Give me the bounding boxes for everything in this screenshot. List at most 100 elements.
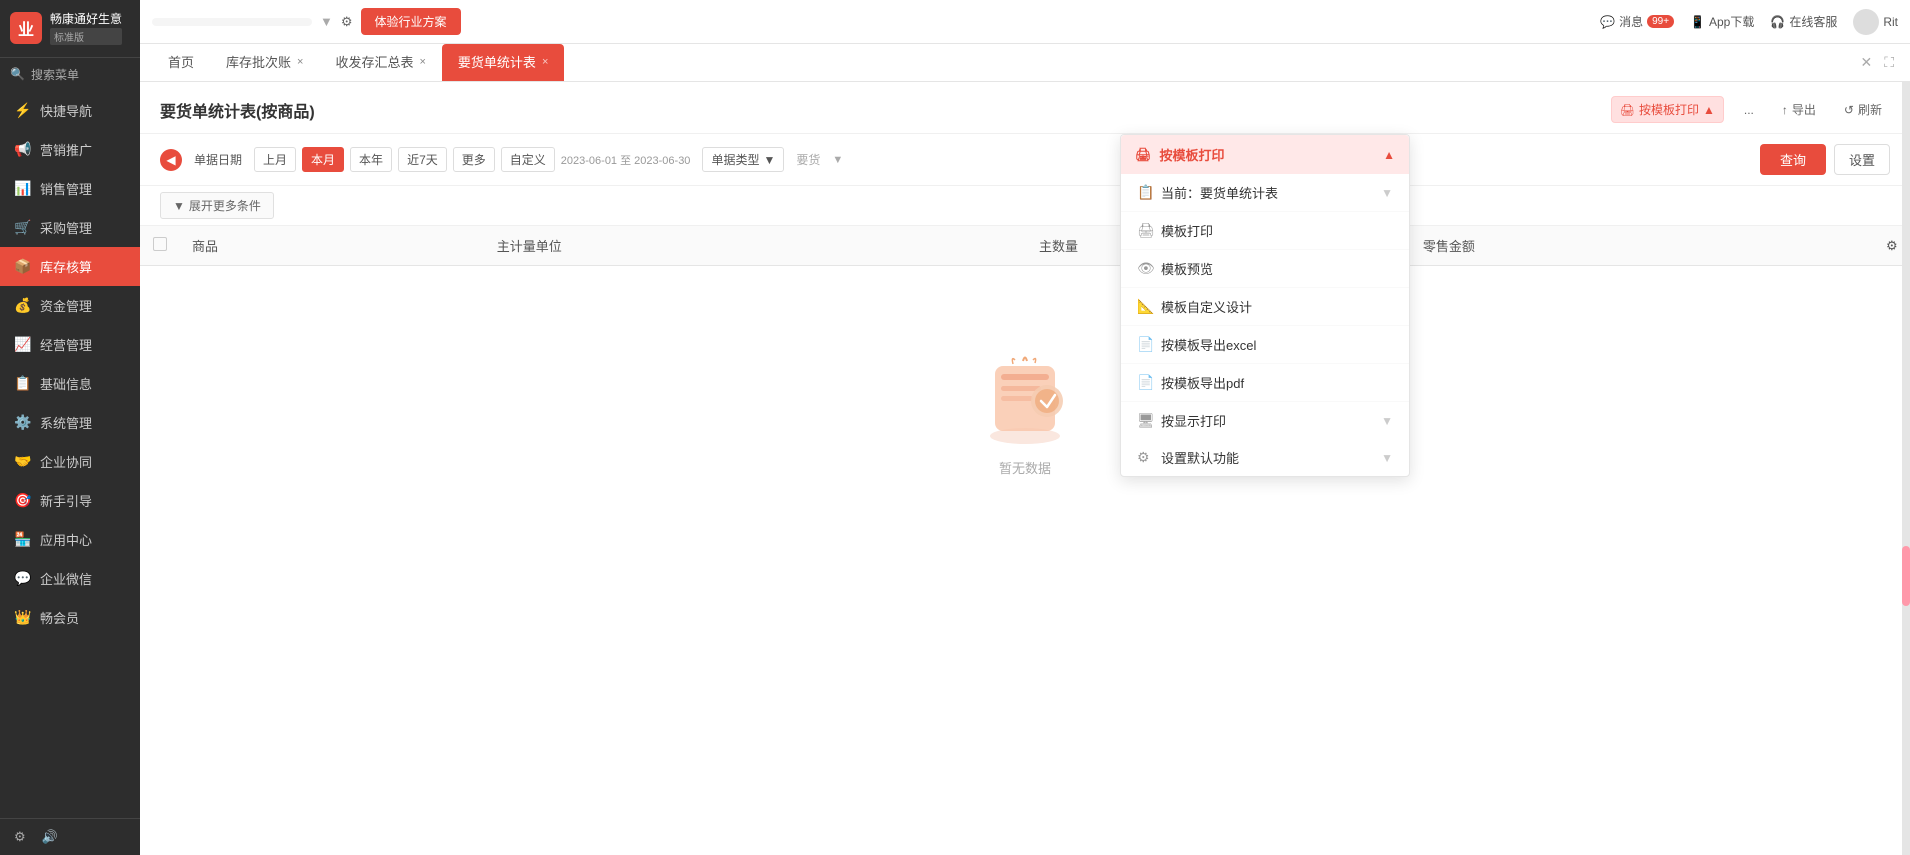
- table-area: 商品 主计量单位 主数量 零售金额 ⚙: [140, 226, 1910, 855]
- template-preview-icon: 👁: [1137, 260, 1153, 277]
- empty-state: 暂无数据: [140, 266, 1910, 557]
- set-default-icon: ⚙: [1137, 449, 1153, 466]
- finance-icon: 💰: [14, 296, 32, 314]
- member-icon: 👑: [14, 608, 32, 626]
- dropdown-template-export-excel[interactable]: 📄 按模板导出excel: [1121, 326, 1409, 364]
- template-preview-label: 模板预览: [1161, 259, 1213, 278]
- tab-receipts-summary-close[interactable]: ×: [419, 56, 425, 68]
- dropdown-title-text: 按模板打印: [1160, 145, 1225, 164]
- purchase-icon: 🛒: [14, 218, 32, 236]
- dropdown-template-print[interactable]: 🖨 模板打印: [1121, 212, 1409, 250]
- sidebar-item-guide[interactable]: 🎯 新手引导: [0, 481, 140, 520]
- display-print-arrow: ▼: [1381, 414, 1393, 428]
- sidebar-bottom: ⚙ 🔊: [0, 818, 140, 855]
- dropdown-header[interactable]: 🖨 按模板打印 ▲: [1121, 135, 1409, 174]
- date-btn-last-month[interactable]: 上月: [254, 147, 296, 172]
- sidebar-item-inventory[interactable]: 📦 库存核算: [0, 247, 140, 286]
- export-button[interactable]: ↑ 导出: [1774, 97, 1824, 122]
- empty-svg: [965, 346, 1085, 446]
- order-type-dropdown-icon[interactable]: ▼: [832, 154, 843, 166]
- sidebar-item-system[interactable]: ⚙️ 系统管理: [0, 403, 140, 442]
- sidebar-item-appstore[interactable]: 🏪 应用中心: [0, 520, 140, 559]
- tab-order-stats[interactable]: 要货单统计表 ×: [442, 44, 564, 81]
- tab-inventory-batch[interactable]: 库存批次账 ×: [210, 44, 319, 81]
- user-avatar-item[interactable]: Rit: [1853, 9, 1898, 35]
- sidebar-item-quick-nav[interactable]: ⚡ 快捷导航: [0, 91, 140, 130]
- more-actions-button[interactable]: ...: [1736, 99, 1762, 121]
- date-btn-this-month[interactable]: 本月: [302, 147, 344, 172]
- sidebar-item-sales[interactable]: 📊 销售管理: [0, 169, 140, 208]
- dropdown-current-item[interactable]: 📋 当前：要货单统计表 ▼: [1121, 174, 1409, 212]
- sidebar-nav: ⚡ 快捷导航 📢 营销推广 📊 销售管理 🛒 采购管理 📦 库存核算 💰 资金管…: [0, 91, 140, 818]
- filters-row: ◀ 单据日期 上月 本月 本年 近7天 更多 自定义 2023-06-01 至 …: [140, 134, 1910, 186]
- sidebar-item-basic[interactable]: 📋 基础信息: [0, 364, 140, 403]
- topbar-search[interactable]: [152, 18, 312, 26]
- username-label: Rit: [1883, 15, 1898, 29]
- tab-home[interactable]: 首页: [152, 44, 210, 81]
- tabs-close-all-btn[interactable]: ✕: [1856, 50, 1876, 75]
- sound-icon[interactable]: 🔊: [42, 829, 58, 845]
- current-template-arrow: ▼: [1381, 186, 1393, 200]
- tab-receipts-summary-label: 收发存汇总表: [335, 52, 413, 71]
- search-icon: 🔍: [10, 67, 25, 81]
- dropdown-template-export-pdf[interactable]: 📄 按模板导出pdf: [1121, 364, 1409, 402]
- app-logo: 业 畅康通好生意 标准版: [0, 0, 140, 58]
- date-btn-this-year[interactable]: 本年: [350, 147, 392, 172]
- operation-icon: 📈: [14, 335, 32, 353]
- sidebar-item-purchase[interactable]: 🛒 采购管理: [0, 208, 140, 247]
- scrollbar-thumb[interactable]: [1902, 546, 1910, 606]
- settings-button[interactable]: 设置: [1834, 144, 1890, 175]
- system-icon: ⚙️: [14, 413, 32, 431]
- tab-receipts-summary[interactable]: 收发存汇总表 ×: [319, 44, 441, 81]
- sidebar-item-operation[interactable]: 📈 经营管理: [0, 325, 140, 364]
- topbar-left: ▼ ⚙ 体验行业方案: [152, 8, 1592, 35]
- tab-inventory-batch-label: 库存批次账: [226, 52, 291, 71]
- app-download-label: App下载: [1709, 13, 1754, 30]
- dropdown-template-preview[interactable]: 👁 模板预览: [1121, 250, 1409, 288]
- type-filter-select[interactable]: 单据类型 ▼: [702, 147, 784, 172]
- tab-bar: 首页 库存批次账 × 收发存汇总表 × 要货单统计表 × ✕ ⛶: [140, 44, 1910, 82]
- sidebar-item-wechat[interactable]: 💬 企业微信: [0, 559, 140, 598]
- dropdown-display-print[interactable]: 🖥 按显示打印 ▼: [1121, 402, 1409, 439]
- refresh-button[interactable]: ↺ 刷新: [1836, 97, 1890, 122]
- sidebar-item-finance[interactable]: 💰 资金管理: [0, 286, 140, 325]
- notification-icon: 💬: [1600, 15, 1615, 29]
- settings-bottom-icon[interactable]: ⚙: [14, 829, 26, 845]
- topbar-right: 💬 消息 99+ 📱 App下载 🎧 在线客服 Rit: [1600, 9, 1898, 35]
- page-header: 要货单统计表(按商品) 🖨 按模板打印 ▲ ... ↑ 导出 ↺ 刷新: [140, 82, 1910, 134]
- dropdown-collapse-arrow[interactable]: ▲: [1383, 148, 1395, 162]
- query-button[interactable]: 查询: [1760, 144, 1826, 175]
- app-download-item[interactable]: 📱 App下载: [1690, 13, 1754, 30]
- filter-row2: ▼ 展开更多条件: [140, 186, 1910, 226]
- date-btn-last-7days[interactable]: 近7天: [398, 147, 447, 172]
- nav-label: 经营管理: [40, 335, 92, 354]
- tabs-maximize-btn[interactable]: ⛶: [1880, 50, 1898, 75]
- dropdown-template-custom[interactable]: 📐 模板自定义设计: [1121, 288, 1409, 326]
- dropdown-set-default[interactable]: ⚙ 设置默认功能 ▼: [1121, 439, 1409, 476]
- sidebar-search[interactable]: 🔍 搜索菜单: [0, 58, 140, 91]
- notification-item[interactable]: 💬 消息 99+: [1600, 13, 1674, 30]
- topbar-dropdown-icon[interactable]: ▼: [320, 14, 333, 29]
- tab-order-stats-close[interactable]: ×: [542, 56, 548, 68]
- date-btn-more[interactable]: 更多: [453, 147, 495, 172]
- select-all-checkbox[interactable]: [153, 237, 167, 251]
- sidebar-item-marketing[interactable]: 📢 营销推广: [0, 130, 140, 169]
- topbar-settings-icon[interactable]: ⚙: [341, 14, 353, 30]
- expand-more-conditions-btn[interactable]: ▼ 展开更多条件: [160, 192, 274, 219]
- nav-label: 快捷导航: [40, 101, 92, 120]
- filter-expand-btn[interactable]: ◀: [160, 149, 182, 171]
- page-title: 要货单统计表(按商品): [160, 98, 315, 122]
- online-service-item[interactable]: 🎧 在线客服: [1770, 13, 1837, 30]
- service-icon: 🎧: [1770, 15, 1785, 29]
- refresh-label: 刷新: [1858, 101, 1882, 118]
- sidebar-item-member[interactable]: 👑 畅会员: [0, 598, 140, 637]
- sidebar-item-collab[interactable]: 🤝 企业协同: [0, 442, 140, 481]
- topbar: ▼ ⚙ 体验行业方案 💬 消息 99+ 📱 App下载 🎧 在线客服 Rit: [140, 0, 1910, 44]
- tab-inventory-batch-close[interactable]: ×: [297, 56, 303, 68]
- sales-icon: 📊: [14, 179, 32, 197]
- page-scrollbar[interactable]: [1902, 82, 1910, 855]
- industry-solution-button[interactable]: 体验行业方案: [361, 8, 461, 35]
- template-print-button[interactable]: 🖨 按模板打印 ▲: [1611, 96, 1724, 123]
- export-excel-label: 按模板导出excel: [1161, 335, 1256, 354]
- date-btn-custom[interactable]: 自定义: [501, 147, 555, 172]
